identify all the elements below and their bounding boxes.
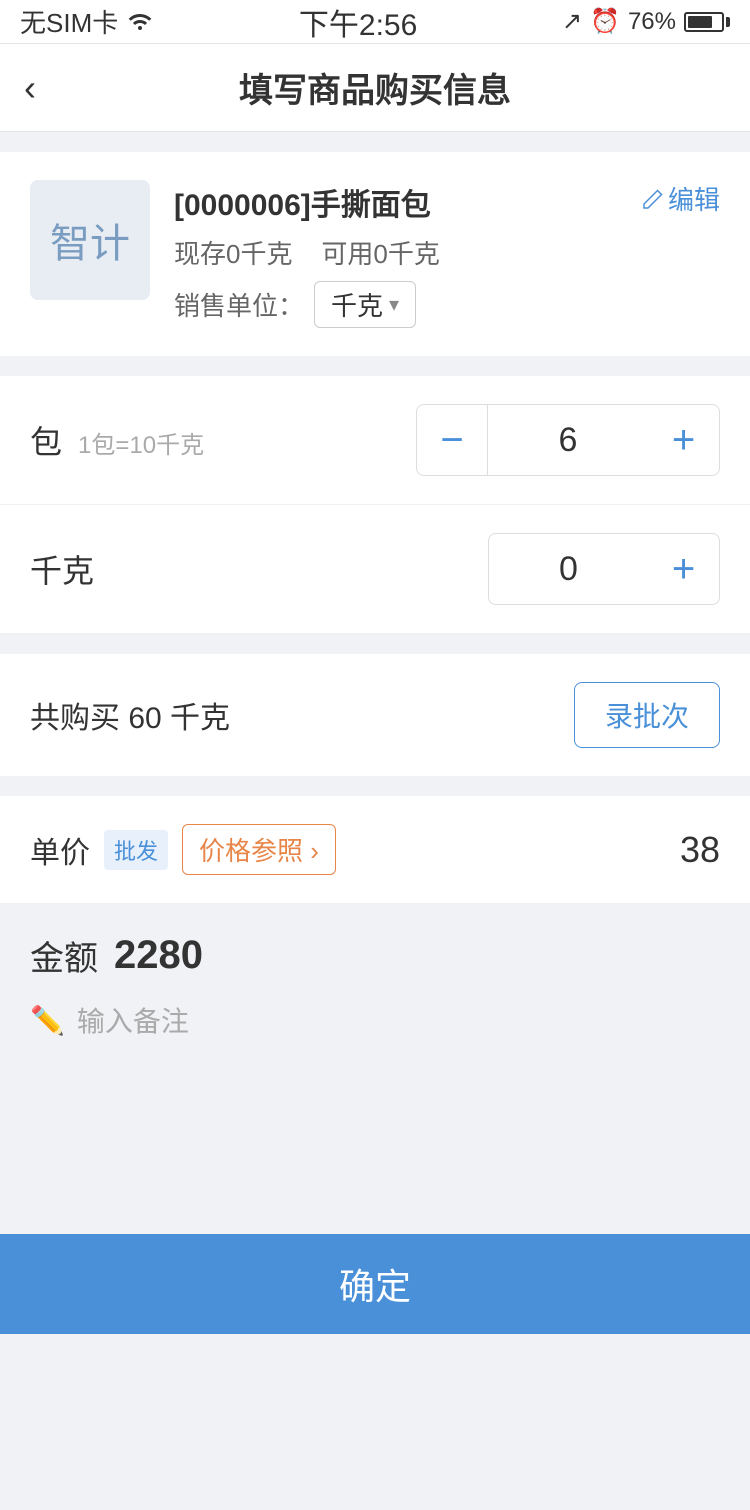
price-tag: 批发: [104, 830, 168, 870]
quantity-hint-bao: 1包=10千克: [78, 425, 204, 460]
page-title: 填写商品购买信息: [239, 63, 511, 112]
quantity-row-bao: 包 1包=10千克 − +: [0, 376, 750, 505]
quantity-minus-bao[interactable]: −: [416, 404, 488, 476]
wifi-icon: [126, 6, 154, 37]
remark-row[interactable]: ✏️ 输入备注: [30, 1000, 720, 1040]
total-text: 共购买 60 千克: [30, 693, 230, 737]
status-time: 下午2:56: [299, 0, 417, 44]
product-info: [0000006]手撕面包 编辑 现存0千克 可用0千克 销售单位： 千克 ▾: [174, 180, 720, 328]
batch-button[interactable]: 录批次: [574, 682, 720, 748]
quantity-row-kg: 千克 +: [0, 505, 750, 634]
price-ref-button[interactable]: 价格参照 ›: [182, 824, 336, 875]
carrier-text: 无SIM卡: [20, 3, 118, 40]
quantity-input-kg[interactable]: [488, 533, 648, 605]
product-image: 智计: [30, 180, 150, 300]
quantity-plus-bao[interactable]: +: [648, 404, 720, 476]
confirm-button[interactable]: 确定: [0, 1234, 750, 1334]
edit-button[interactable]: 编辑: [642, 180, 720, 217]
unit-select[interactable]: 千克 ▾: [314, 281, 416, 328]
product-name-row: [0000006]手撕面包 编辑: [174, 180, 720, 224]
product-stock: 现存0千克 可用0千克: [174, 234, 720, 271]
price-left: 单价 批发 价格参照 ›: [30, 824, 336, 875]
nav-bar: ‹ 填写商品购买信息: [0, 44, 750, 132]
status-left: 无SIM卡: [20, 3, 154, 40]
price-section: 单价 批发 价格参照 › 38: [0, 796, 750, 903]
quantity-input-bao[interactable]: [488, 404, 648, 476]
status-bar: 无SIM卡 下午2:56 ↗ ⏰ 76%: [0, 0, 750, 44]
location-icon: ↗: [562, 7, 582, 36]
price-label: 单价: [30, 828, 90, 872]
quantity-label-kg: 千克: [30, 546, 94, 592]
amount-row: 金额 2280: [30, 931, 720, 980]
quantity-controls-kg: +: [488, 533, 720, 605]
amount-value: 2280: [114, 933, 203, 978]
product-card: 智计 [0000006]手撕面包 编辑 现存0千克 可用0千克 销售单位： 千克…: [0, 152, 750, 356]
remark-placeholder: 输入备注: [77, 1000, 189, 1040]
quantity-label-bao: 包 1包=10千克: [30, 417, 204, 463]
status-right: ↗ ⏰ 76%: [562, 7, 730, 36]
price-row: 单价 批发 价格参照 › 38: [30, 824, 720, 875]
back-button[interactable]: ‹: [24, 67, 36, 109]
battery-icon: [684, 12, 730, 32]
quantity-section: 包 1包=10千克 − + 千克 +: [0, 376, 750, 634]
quantity-plus-kg[interactable]: +: [648, 533, 720, 605]
product-logo: 智计: [50, 211, 130, 269]
battery-percent: 76%: [628, 8, 676, 36]
amount-section: 金额 2280 ✏️ 输入备注: [0, 903, 750, 1060]
price-value: 38: [680, 829, 720, 871]
product-name: [0000006]手撕面包: [174, 180, 642, 224]
chevron-down-icon: ▾: [389, 292, 399, 317]
pencil-icon: ✏️: [30, 1004, 65, 1037]
quantity-controls-bao: − +: [416, 404, 720, 476]
product-unit-row: 销售单位： 千克 ▾: [174, 281, 720, 328]
amount-label: 金额: [30, 931, 98, 980]
total-row: 共购买 60 千克 录批次: [0, 654, 750, 776]
alarm-icon: ⏰: [590, 7, 620, 36]
